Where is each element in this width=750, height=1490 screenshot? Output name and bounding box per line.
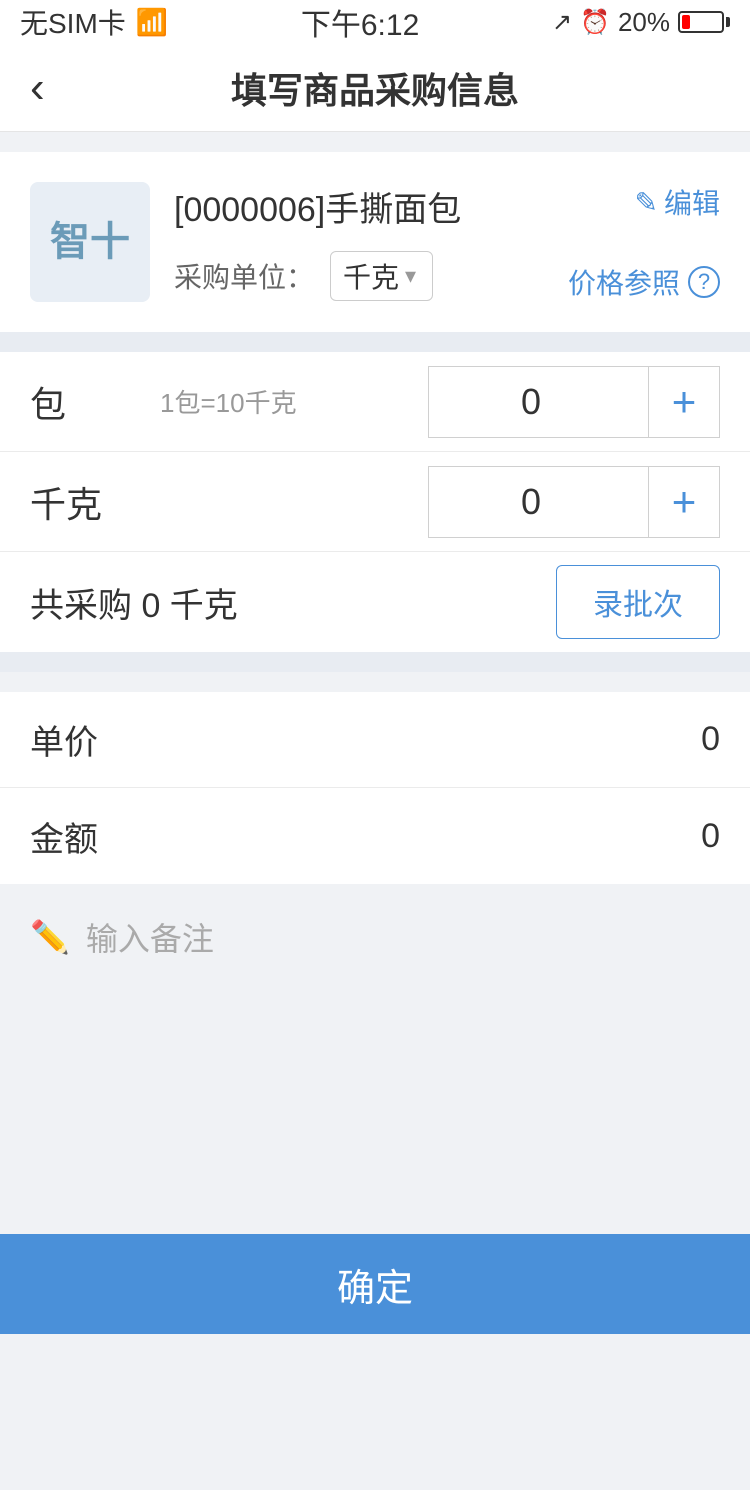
kg-input[interactable] (428, 466, 648, 538)
status-time: 下午6:12 (301, 0, 419, 44)
amount-label: 金额 (30, 812, 98, 861)
kg-label: 千克 (30, 476, 150, 528)
unit-price-label: 单价 (30, 715, 98, 764)
confirm-button[interactable]: 确定 (0, 1234, 750, 1334)
edit-icon: ✎ (635, 186, 658, 219)
package-input[interactable] (428, 366, 648, 438)
input-section: 包 1包=10千克 + 千克 + 共采购 0 千克 录批次 (0, 352, 750, 652)
package-input-group: + (428, 366, 720, 438)
status-right: ↗ ⏰ 20% (552, 7, 730, 38)
unit-value: 千克 (343, 256, 399, 296)
page-title: 填写商品采购信息 (231, 62, 519, 114)
amount-row: 金额 0 (0, 788, 750, 884)
nav-bar: ‹ 填写商品采购信息 (0, 44, 750, 132)
location-icon: ↗ (552, 8, 572, 37)
batch-button[interactable]: 录批次 (556, 565, 720, 639)
package-label: 包 (30, 376, 150, 428)
unit-label: 采购单位： (174, 256, 314, 296)
section-divider-2 (0, 652, 750, 672)
chevron-down-icon: ▾ (405, 263, 416, 289)
amount-value: 0 (701, 817, 720, 856)
price-ref-label: 价格参照 (568, 262, 680, 302)
summary-row: 共采购 0 千克 录批次 (0, 552, 750, 652)
kg-plus-button[interactable]: + (648, 466, 720, 538)
wifi-icon: 📶 (136, 7, 168, 38)
battery-percent: 20% (618, 7, 670, 38)
status-bar: 无SIM卡 📶 下午6:12 ↗ ⏰ 20% (0, 0, 750, 44)
price-ref-button[interactable]: 价格参照 ? (568, 262, 720, 302)
edit-label: 编辑 (664, 182, 720, 222)
product-image: 智十 (30, 182, 150, 302)
note-placeholder: 输入备注 (86, 914, 214, 960)
package-row: 包 1包=10千克 + (0, 352, 750, 452)
kg-input-group: + (428, 466, 720, 538)
status-left: 无SIM卡 📶 (20, 2, 168, 42)
alarm-icon: ⏰ (580, 8, 610, 37)
back-button[interactable]: ‹ (30, 66, 55, 110)
note-area[interactable]: ✏️ 输入备注 (0, 884, 750, 990)
section-divider-1 (0, 332, 750, 352)
unit-price-value: 0 (701, 720, 720, 759)
help-icon: ? (688, 266, 720, 298)
kg-row: 千克 + (0, 452, 750, 552)
package-sublabel: 1包=10千克 (160, 383, 297, 420)
pencil-icon: ✏️ (30, 918, 70, 956)
price-section: 单价 0 金额 0 (0, 692, 750, 884)
unit-price-row: 单价 0 (0, 692, 750, 788)
edit-button[interactable]: ✎ 编辑 (635, 182, 720, 222)
product-card: 智十 [0000006]手撕面包 采购单位： 千克 ▾ ✎ 编辑 价格参照 ? (0, 152, 750, 332)
summary-text: 共采购 0 千克 (30, 578, 238, 627)
package-plus-button[interactable]: + (648, 366, 720, 438)
battery-icon (678, 11, 730, 33)
product-logo: 智十 (50, 218, 130, 266)
carrier-text: 无SIM卡 (20, 2, 126, 42)
unit-select[interactable]: 千克 ▾ (330, 251, 433, 301)
